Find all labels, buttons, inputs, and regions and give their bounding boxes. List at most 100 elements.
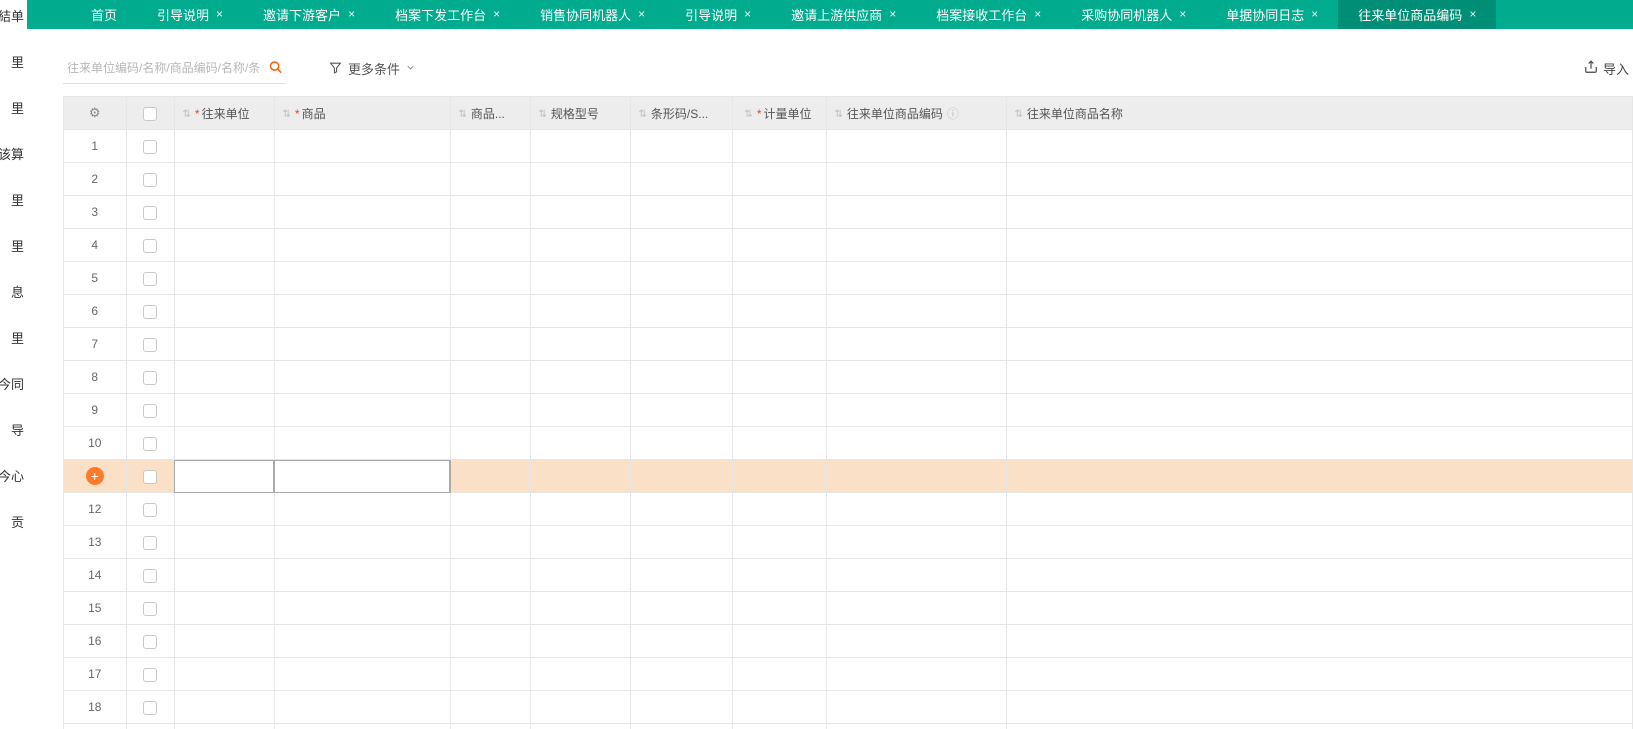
table-cell[interactable] — [630, 691, 732, 724]
table-cell[interactable] — [274, 724, 450, 729]
sidebar-item[interactable]: 息 — [11, 282, 26, 301]
table-cell[interactable] — [274, 460, 450, 493]
table-cell[interactable] — [450, 460, 530, 493]
table-cell[interactable] — [274, 229, 450, 262]
table-cell[interactable] — [450, 394, 530, 427]
row-checkbox[interactable] — [143, 371, 157, 385]
column-mc[interactable]: ⇅往来单位商品名称 — [1006, 97, 1633, 130]
table-cell[interactable] — [732, 724, 826, 729]
table-row[interactable]: + — [64, 460, 1633, 493]
tab[interactable]: 邀请上游供应商× — [771, 0, 916, 29]
table-cell[interactable] — [174, 361, 274, 394]
table-cell[interactable] — [826, 229, 1006, 262]
table-cell[interactable] — [1006, 328, 1633, 361]
table-cell[interactable] — [630, 559, 732, 592]
table-cell[interactable] — [174, 427, 274, 460]
sidebar-item[interactable]: 里 — [11, 236, 26, 255]
sidebar-item[interactable]: 该算 — [0, 144, 26, 163]
table-cell[interactable] — [450, 328, 530, 361]
table-cell[interactable] — [1006, 295, 1633, 328]
table-cell[interactable] — [450, 229, 530, 262]
row-checkbox[interactable] — [143, 272, 157, 286]
table-cell[interactable] — [450, 163, 530, 196]
table-cell[interactable] — [1006, 658, 1633, 691]
table-cell[interactable] — [732, 625, 826, 658]
row-checkbox[interactable] — [143, 470, 157, 484]
table-cell[interactable] — [530, 592, 630, 625]
table-cell[interactable] — [1006, 196, 1633, 229]
help-icon[interactable]: ⓘ — [947, 107, 959, 121]
table-cell[interactable] — [1006, 592, 1633, 625]
table-cell[interactable] — [274, 691, 450, 724]
table-cell[interactable] — [274, 493, 450, 526]
table-cell[interactable] — [174, 163, 274, 196]
table-cell[interactable] — [174, 691, 274, 724]
sidebar-item[interactable]: 贡 — [11, 512, 26, 531]
table-cell[interactable] — [826, 394, 1006, 427]
tab[interactable]: 销售协同机器人× — [520, 0, 665, 29]
table-cell[interactable] — [274, 163, 450, 196]
table-cell[interactable] — [826, 130, 1006, 163]
table-cell[interactable] — [630, 658, 732, 691]
table-cell[interactable] — [826, 460, 1006, 493]
table-cell[interactable] — [826, 592, 1006, 625]
table-cell[interactable] — [1006, 130, 1633, 163]
close-icon[interactable]: × — [889, 7, 896, 21]
table-row[interactable]: 17 — [64, 658, 1633, 691]
close-icon[interactable]: × — [1034, 7, 1041, 21]
close-icon[interactable]: × — [744, 7, 751, 21]
table-cell[interactable] — [274, 295, 450, 328]
table-cell[interactable] — [530, 658, 630, 691]
table-cell[interactable] — [826, 691, 1006, 724]
table-row[interactable]: 7 — [64, 328, 1633, 361]
table-cell[interactable] — [530, 163, 630, 196]
table-cell[interactable] — [530, 295, 630, 328]
table-cell[interactable] — [826, 295, 1006, 328]
sidebar-item[interactable]: 里 — [11, 98, 26, 117]
close-icon[interactable]: × — [348, 7, 355, 21]
tab[interactable]: 往来单位商品编码× — [1338, 0, 1496, 29]
table-cell[interactable] — [174, 460, 274, 493]
table-cell[interactable] — [174, 625, 274, 658]
row-checkbox[interactable] — [143, 635, 157, 649]
table-cell[interactable] — [630, 724, 732, 729]
table-cell[interactable] — [732, 691, 826, 724]
table-cell[interactable] — [450, 559, 530, 592]
table-cell[interactable] — [630, 361, 732, 394]
more-conditions-button[interactable]: 更多条件 — [329, 59, 416, 78]
table-cell[interactable] — [732, 130, 826, 163]
table-cell[interactable] — [732, 229, 826, 262]
row-checkbox[interactable] — [143, 404, 157, 418]
table-cell[interactable] — [826, 361, 1006, 394]
close-icon[interactable]: × — [493, 7, 500, 21]
sidebar-item[interactable]: 里 — [11, 328, 26, 347]
table-row[interactable]: 14 — [64, 559, 1633, 592]
table-cell[interactable] — [450, 361, 530, 394]
table-cell[interactable] — [274, 328, 450, 361]
tab[interactable]: 单据协同日志× — [1206, 0, 1338, 29]
table-row[interactable]: 1 — [64, 130, 1633, 163]
table-cell[interactable] — [450, 691, 530, 724]
table-cell[interactable] — [530, 328, 630, 361]
table-cell[interactable] — [174, 724, 274, 729]
table-cell[interactable] — [174, 130, 274, 163]
table-cell[interactable] — [732, 658, 826, 691]
tab[interactable]: 引导说明× — [137, 0, 243, 29]
table-cell[interactable] — [530, 559, 630, 592]
table-cell[interactable] — [1006, 691, 1633, 724]
table-cell[interactable] — [530, 361, 630, 394]
sidebar-item[interactable]: 今心 — [0, 466, 26, 485]
table-cell[interactable] — [1006, 493, 1633, 526]
close-icon[interactable]: × — [638, 7, 645, 21]
table-cell[interactable] — [826, 328, 1006, 361]
table-cell[interactable] — [530, 625, 630, 658]
table-cell[interactable] — [450, 592, 530, 625]
column-jl[interactable]: ⇅*计量单位 — [732, 97, 826, 130]
tab[interactable]: 档案下发工作台× — [375, 0, 520, 29]
table-cell[interactable] — [826, 262, 1006, 295]
table-cell[interactable] — [530, 724, 630, 729]
table-cell[interactable] — [1006, 724, 1633, 729]
table-cell[interactable] — [630, 526, 732, 559]
table-cell[interactable] — [826, 559, 1006, 592]
sidebar-item[interactable]: 今同 — [0, 374, 26, 393]
